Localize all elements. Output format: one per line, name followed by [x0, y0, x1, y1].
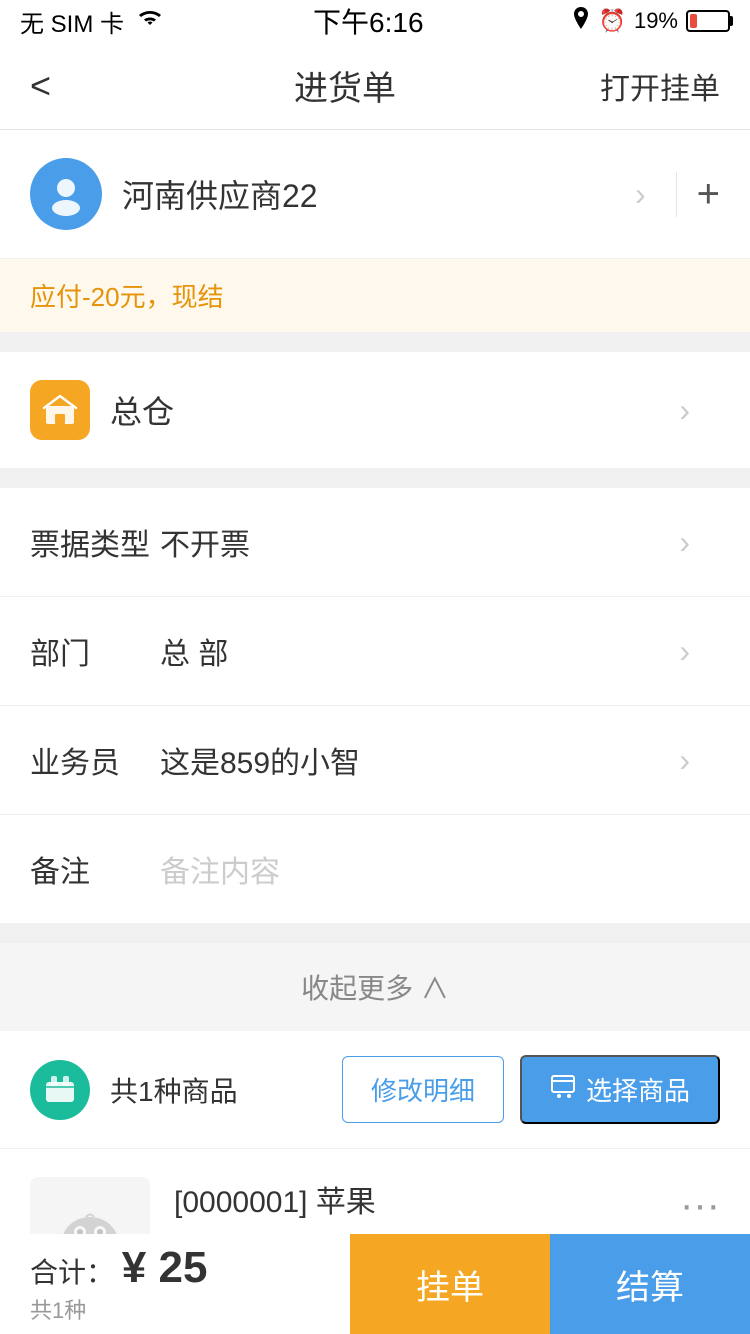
warehouse-row[interactable]: 总仓 › — [0, 352, 750, 468]
select-product-label: 选择商品 — [586, 1071, 690, 1108]
warehouse-icon — [30, 380, 90, 440]
status-time: 下午6:16 — [313, 1, 424, 41]
invoice-value: 不开票 — [160, 520, 679, 564]
total-count: 共1种 — [30, 1293, 320, 1325]
select-product-button[interactable]: 选择商品 — [520, 1055, 720, 1124]
supplier-name: 河南供应商22 — [122, 171, 635, 217]
form-row-department[interactable]: 部门 总 部 › — [0, 597, 750, 706]
modify-detail-button[interactable]: 修改明细 — [342, 1056, 504, 1123]
open-pending-button[interactable]: 打开挂单 — [600, 64, 720, 108]
battery-label: 19% — [634, 8, 678, 34]
product-title-name: 苹果 — [316, 1186, 376, 1219]
product-count-label: 共1种商品 — [110, 1070, 342, 1110]
product-icon — [30, 1060, 90, 1120]
status-bar: 无 SIM 卡 下午6:16 ⏰ 19% — [0, 0, 750, 42]
department-value: 总 部 — [160, 629, 679, 673]
status-right: ⏰ 19% — [571, 7, 730, 35]
remark-label: 备注 — [30, 847, 160, 891]
supplier-row[interactable]: 河南供应商22 › + — [0, 130, 750, 259]
warehouse-chevron-icon: › — [679, 392, 690, 429]
warehouse-name: 总仓 — [110, 387, 679, 433]
supplier-avatar — [30, 158, 102, 230]
form-row-invoice[interactable]: 票据类型 不开票 › — [0, 488, 750, 597]
product-code: [0000001] — [174, 1186, 307, 1219]
salesperson-value: 这是859的小智 — [160, 738, 679, 782]
add-supplier-button[interactable]: + — [676, 172, 720, 217]
total-label: 合计： — [30, 1257, 114, 1288]
collapse-more-button[interactable]: 收起更多 ∧ — [0, 943, 750, 1031]
back-button[interactable]: < — [30, 65, 90, 107]
page-title: 进货单 — [294, 61, 396, 110]
footer: 合计： ¥ 25 共1种 挂单 结算 — [0, 1234, 750, 1334]
remark-input[interactable]: 备注内容 — [160, 847, 720, 891]
status-left: 无 SIM 卡 — [20, 4, 166, 39]
footer-total: 合计： ¥ 25 共1种 — [0, 1243, 350, 1325]
nav-bar: < 进货单 打开挂单 — [0, 42, 750, 130]
total-amount: ¥ 25 — [122, 1243, 208, 1292]
pending-button[interactable]: 挂单 — [350, 1234, 550, 1334]
department-chevron-icon: › — [679, 633, 690, 670]
checkout-button[interactable]: 结算 — [550, 1234, 750, 1334]
wifi-icon — [134, 7, 166, 36]
salesperson-chevron-icon: › — [679, 742, 690, 779]
alarm-icon: ⏰ — [599, 8, 626, 34]
form-row-salesperson[interactable]: 业务员 这是859的小智 › — [0, 706, 750, 815]
supplier-section: 河南供应商22 › + 应付-20元，现结 — [0, 130, 750, 332]
battery-icon — [686, 10, 730, 32]
supplier-notice: 应付-20元，现结 — [0, 259, 750, 332]
invoice-chevron-icon: › — [679, 524, 690, 561]
salesperson-label: 业务员 — [30, 738, 160, 782]
carrier-label: 无 SIM 卡 — [20, 4, 124, 39]
form-row-remark[interactable]: 备注 备注内容 — [0, 815, 750, 923]
product-more-button[interactable]: ··· — [680, 1177, 720, 1228]
location-icon — [571, 7, 591, 35]
warehouse-section: 总仓 › — [0, 352, 750, 468]
department-label: 部门 — [30, 629, 160, 673]
invoice-label: 票据类型 — [30, 520, 160, 564]
form-section: 票据类型 不开票 › 部门 总 部 › 业务员 这是859的小智 › 备注 备注… — [0, 488, 750, 923]
product-header: 共1种商品 修改明细 选择商品 — [0, 1031, 750, 1149]
cart-icon — [550, 1074, 578, 1105]
supplier-chevron-icon: › — [635, 176, 646, 213]
product-name: [0000001] 苹果 — [174, 1177, 680, 1221]
